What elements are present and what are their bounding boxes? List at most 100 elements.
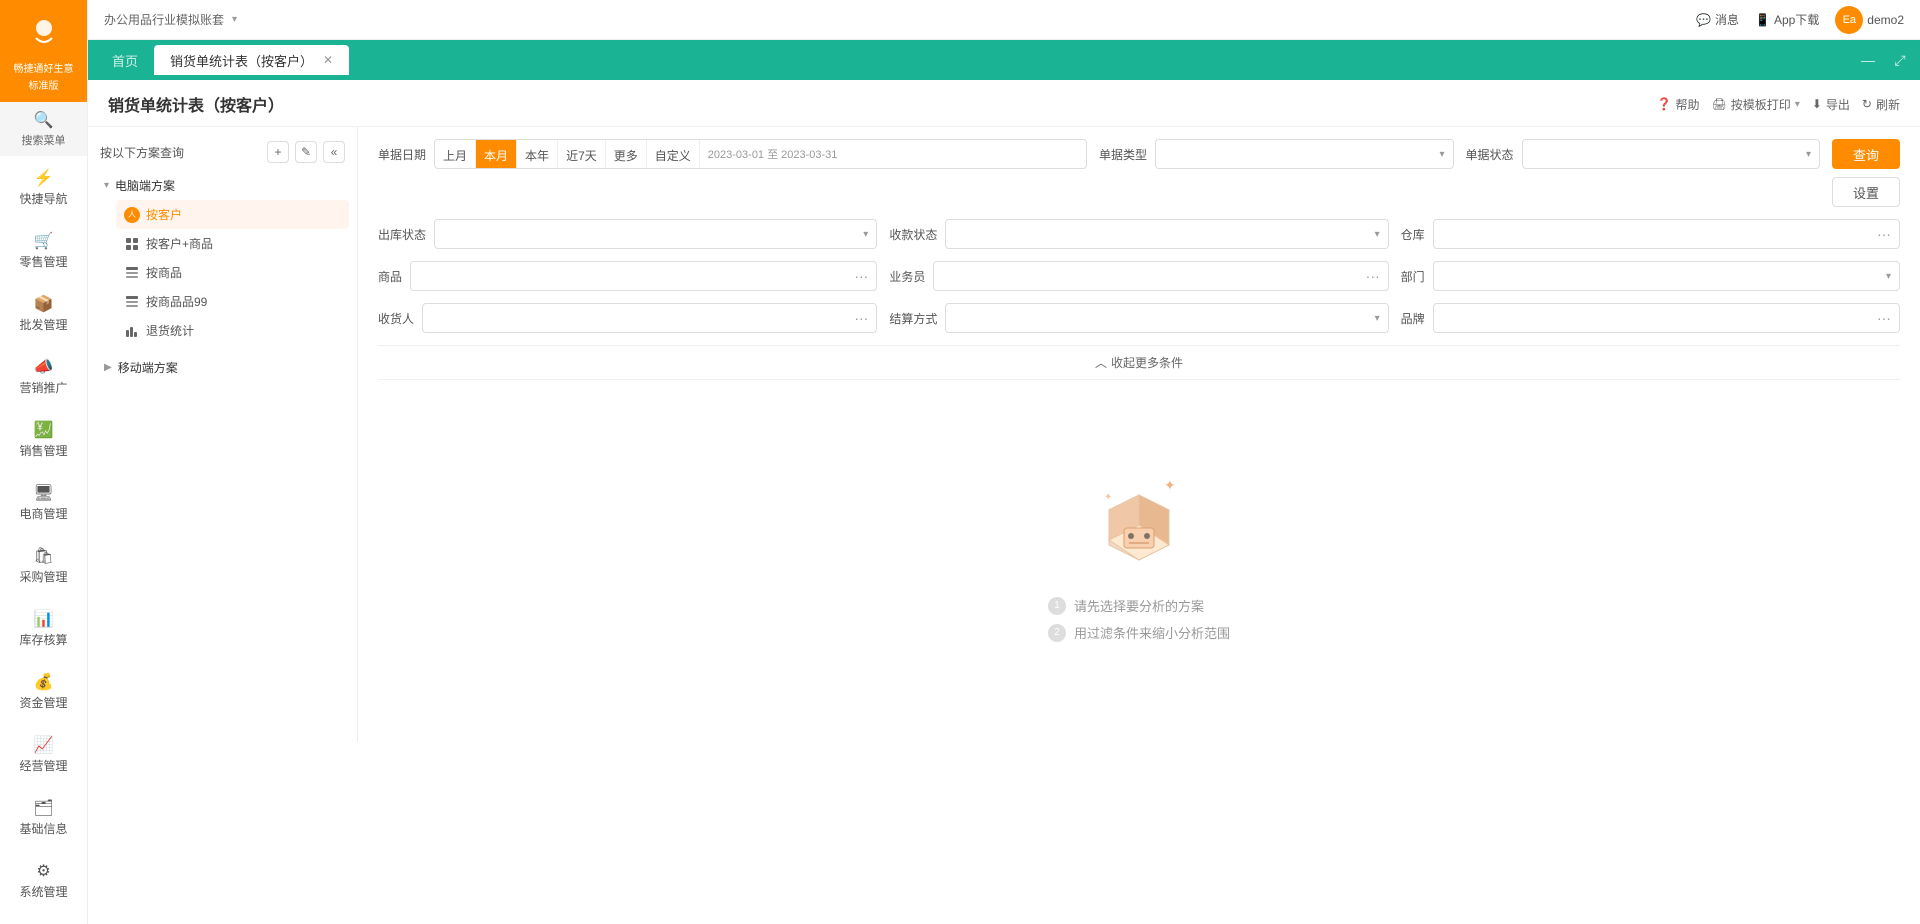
salesperson-select[interactable]: ··· xyxy=(933,261,1388,291)
sidebar-item-wholesale[interactable]: 📦 批发管理 xyxy=(0,282,87,345)
scheme-child-product-label: 按商品 xyxy=(146,264,182,281)
scheme-mobile-group-label: 移动端方案 xyxy=(118,359,341,376)
query-btn[interactable]: 查询 xyxy=(1832,139,1900,169)
outstatus-arrow: ▾ xyxy=(863,229,868,240)
customer-icon: 人 xyxy=(124,207,140,223)
print-btn[interactable]: 🖨 按模板打印 ▾ xyxy=(1712,96,1800,113)
date-option-7days[interactable]: 近7天 xyxy=(558,140,606,169)
settlement-arrow: ▾ xyxy=(1375,313,1380,324)
scheme-mobile-group: ▶ 移动端方案 xyxy=(96,353,349,382)
scheme-child-customer-product[interactable]: 按客户+商品 xyxy=(116,229,349,258)
sidebar-item-purchase[interactable]: 🛍 采购管理 xyxy=(0,534,87,597)
refresh-btn[interactable]: ↻ 刷新 xyxy=(1862,96,1900,113)
page-title-bar: 销货单统计表（按客户） ❓ 帮助 🖨 按模板打印 ▾ ⬇ 导出 ↻ 刷新 xyxy=(88,80,1920,127)
sidebar-finance-label: 资金管理 xyxy=(4,694,83,711)
user-profile[interactable]: Ea demo2 xyxy=(1835,6,1904,34)
doctype-arrow: ▾ xyxy=(1439,149,1444,160)
scheme-desktop-group-header[interactable]: ▾ 电脑端方案 xyxy=(96,171,349,200)
scheme-edit-btn[interactable]: ✎ xyxy=(295,141,317,163)
filter-docstatus-item: 单据状态 ▾ xyxy=(1466,139,1821,169)
collapse-conditions-btn[interactable]: ︿ 收起更多条件 xyxy=(1095,354,1183,371)
help-label: 帮助 xyxy=(1676,96,1700,113)
settings-btn[interactable]: 设置 xyxy=(1832,177,1900,207)
export-btn[interactable]: ⬇ 导出 xyxy=(1812,96,1850,113)
sidebar-item-finance[interactable]: 💰 资金管理 xyxy=(0,660,87,723)
scheme-child-returns-label: 退货统计 xyxy=(146,322,194,339)
paymentstatus-select[interactable]: ▾ xyxy=(945,219,1388,249)
salesperson-dots[interactable]: ··· xyxy=(1366,268,1380,284)
receiver-select[interactable]: ··· xyxy=(422,303,877,333)
add-icon: + xyxy=(274,145,281,159)
tab-home[interactable]: 首页 xyxy=(96,45,154,75)
sidebar-wholesale-label: 批发管理 xyxy=(4,316,83,333)
filter-outstatus-item: 出库状态 ▾ xyxy=(378,219,877,249)
date-option-this-year[interactable]: 本年 xyxy=(517,140,558,169)
scheme-add-btn[interactable]: + xyxy=(267,141,289,163)
help-btn[interactable]: ❓ 帮助 xyxy=(1657,96,1700,113)
product-select[interactable]: ··· xyxy=(410,261,877,291)
header-left: 办公用品行业模拟账套 ▾ xyxy=(104,11,237,28)
empty-state: ✦ ✦ 1 请先选择要分析的方案 2 用过滤条件来缩小分析范围 xyxy=(378,380,1900,730)
date-option-custom[interactable]: 自定义 xyxy=(647,140,699,169)
department-select[interactable]: ▾ xyxy=(1433,261,1900,291)
scheme-child-returns[interactable]: 退货统计 xyxy=(116,316,349,345)
tab-minimize-btn[interactable]: — xyxy=(1856,48,1880,72)
brand-dots[interactable]: ··· xyxy=(1877,310,1891,326)
sidebar-item-search[interactable]: 🔍 搜索菜单 xyxy=(0,102,87,156)
sidebar-item-quick-nav[interactable]: ⚡ 快捷导航 xyxy=(0,156,87,219)
settlement-select[interactable]: ▾ xyxy=(945,303,1388,333)
date-option-last-month[interactable]: 上月 xyxy=(435,140,476,169)
sidebar-item-sales[interactable]: 💹 销售管理 xyxy=(0,408,87,471)
salesperson-label: 业务员 xyxy=(889,268,925,285)
operations-icon: 📈 xyxy=(4,735,83,755)
message-btn[interactable]: 💬 消息 xyxy=(1696,11,1739,28)
scheme-header: 按以下方案查询 + ✎ « xyxy=(88,137,357,171)
table-icon xyxy=(124,265,140,281)
collapse-row: ︿ 收起更多条件 xyxy=(378,345,1900,380)
outstatus-select[interactable]: ▾ xyxy=(434,219,877,249)
filter-action-col: 查询 设置 xyxy=(1832,139,1900,207)
basic-icon: 🗂 xyxy=(4,798,83,818)
app-download-btn[interactable]: 📱 App下载 xyxy=(1755,11,1819,28)
tab-close-btn[interactable]: ✕ xyxy=(323,53,333,67)
date-filter-control: 上月 本月 本年 近7天 更多 自定义 2023-03-01 至 2023-03… xyxy=(434,139,1087,169)
brand-select[interactable]: ··· xyxy=(1433,303,1900,333)
warehouse-dots[interactable]: ··· xyxy=(1877,226,1891,242)
sidebar-quick-nav-label: 快捷导航 xyxy=(4,190,83,207)
export-icon: ⬇ xyxy=(1812,97,1822,111)
svg-text:✦: ✦ xyxy=(1164,477,1176,493)
tab-maximize-btn[interactable]: ⤢ xyxy=(1888,48,1912,72)
product-dots[interactable]: ··· xyxy=(854,268,868,284)
sidebar-item-marketing[interactable]: 📣 营销推广 xyxy=(0,345,87,408)
product-label: 商品 xyxy=(378,268,402,285)
empty-illustration: ✦ ✦ xyxy=(1079,460,1199,580)
warehouse-select[interactable]: ··· xyxy=(1433,219,1900,249)
purchase-icon: 🛍 xyxy=(4,546,83,566)
sidebar-item-enterprise[interactable]: 🏢 企业协同 xyxy=(0,912,87,924)
sidebar-item-inventory[interactable]: 📊 库存核算 xyxy=(0,597,87,660)
scheme-child-product[interactable]: 按商品 xyxy=(116,258,349,287)
scheme-child-customer[interactable]: 人 按客户 xyxy=(116,200,349,229)
receiver-dots[interactable]: ··· xyxy=(854,310,868,326)
date-option-more[interactable]: 更多 xyxy=(606,140,647,169)
scheme-mobile-group-header[interactable]: ▶ 移动端方案 xyxy=(96,353,349,382)
sidebar-item-operations[interactable]: 📈 经营管理 xyxy=(0,723,87,786)
sidebar-item-ecommerce[interactable]: 🖥 电商管理 xyxy=(0,471,87,534)
scheme-header-icons: + ✎ « xyxy=(267,141,345,163)
sidebar-item-system[interactable]: ⚙ 系统管理 xyxy=(0,849,87,912)
date-option-this-month[interactable]: 本月 xyxy=(476,140,517,169)
svg-text:✦: ✦ xyxy=(1104,492,1112,503)
docstatus-select[interactable]: ▾ xyxy=(1522,139,1820,169)
sidebar-item-basic[interactable]: 🗂 基础信息 xyxy=(0,786,87,849)
inventory-icon: 📊 xyxy=(4,609,83,629)
department-label: 部门 xyxy=(1401,268,1425,285)
help-icon: ❓ xyxy=(1657,97,1672,111)
logo-text: 畅捷通好生意 xyxy=(10,60,77,75)
scheme-collapse-btn[interactable]: « xyxy=(323,141,345,163)
tab-sales-stats[interactable]: 销货单统计表（按客户） ✕ xyxy=(154,45,349,75)
doctype-select[interactable]: ▾ xyxy=(1155,139,1453,169)
industry-dropdown-arrow[interactable]: ▾ xyxy=(232,14,237,25)
sidebar-item-retail[interactable]: 🛒 零售管理 xyxy=(0,219,87,282)
filter-product-item: 商品 ··· xyxy=(378,261,877,291)
scheme-child-product99[interactable]: 按商品品99 xyxy=(116,287,349,316)
